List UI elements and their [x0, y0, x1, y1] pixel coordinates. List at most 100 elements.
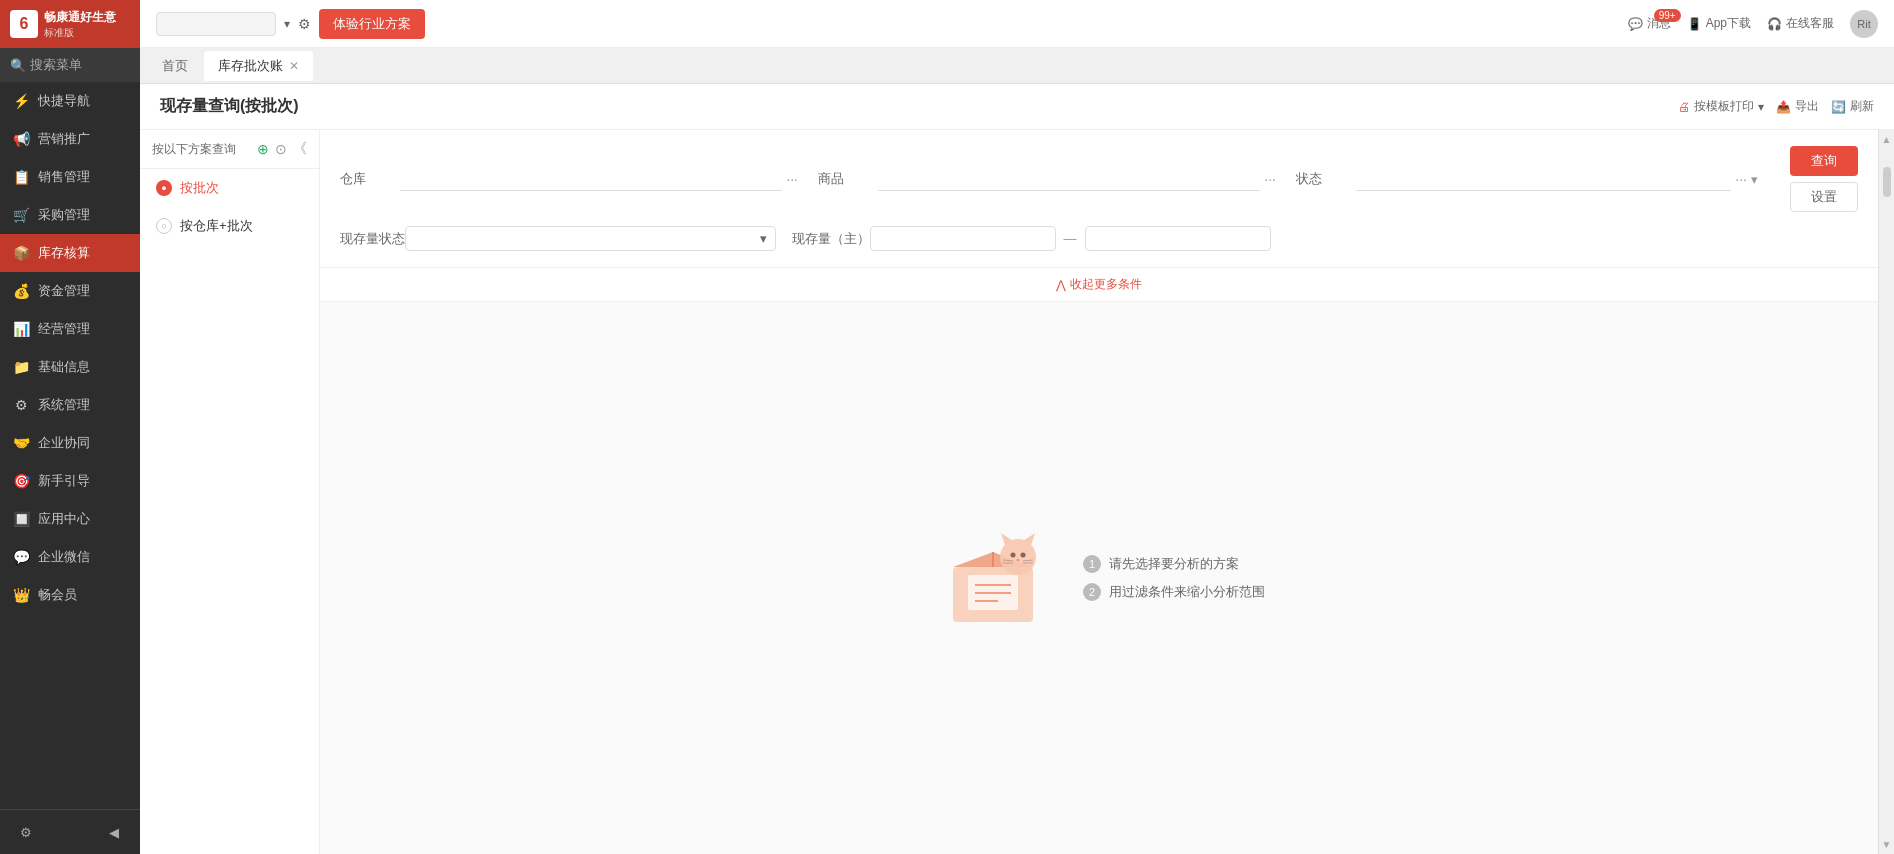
sidebar: 6 畅康通好生意 标准版 🔍 搜索菜单 ⚡ 快捷导航 📢 营销推广 📋 销售管理…: [0, 0, 140, 854]
warehouse-more-icon[interactable]: ···: [782, 171, 802, 187]
stock-status-label: 现存量状态: [340, 230, 405, 248]
sidebar-item-apps[interactable]: 🔲 应用中心: [0, 500, 140, 538]
filter-group-stock-main: 现存量（主） —: [792, 226, 1271, 251]
sidebar-item-inventory[interactable]: 📦 库存核算: [0, 234, 140, 272]
sidebar-item-label: 经营管理: [38, 320, 90, 338]
sidebar-item-label: 新手引导: [38, 472, 90, 490]
scheme-settings-icon[interactable]: ⊙: [275, 141, 287, 157]
sidebar-item-member[interactable]: 👑 畅会员: [0, 576, 140, 614]
collapse-bar[interactable]: ⋀ 收起更多条件: [320, 268, 1878, 302]
empty-tip-2: 2 用过滤条件来缩小分析范围: [1083, 583, 1265, 601]
empty-illustration: [933, 517, 1053, 640]
sidebar-item-newbie[interactable]: 🎯 新手引导: [0, 462, 140, 500]
sidebar-nav: ⚡ 快捷导航 📢 营销推广 📋 销售管理 🛒 采购管理 📦 库存核算 💰 资金管…: [0, 82, 140, 809]
marketing-icon: 📢: [12, 130, 30, 148]
avatar: Rit: [1850, 10, 1878, 38]
sidebar-item-quick-nav[interactable]: ⚡ 快捷导航: [0, 82, 140, 120]
basic-icon: 📁: [12, 358, 30, 376]
filter-group-warehouse: 仓库 ···: [340, 167, 802, 191]
status-more-icon[interactable]: ···: [1731, 171, 1751, 187]
sidebar-item-purchase[interactable]: 🛒 采购管理: [0, 196, 140, 234]
messages-button[interactable]: 💬 消息 99+: [1628, 15, 1671, 32]
tab-home[interactable]: 首页: [148, 51, 202, 81]
print-template-button[interactable]: 🖨 按模板打印 ▾: [1678, 98, 1764, 115]
app-download-button[interactable]: 📱 App下载: [1687, 15, 1751, 32]
collapse-left-panel-icon[interactable]: 《: [293, 140, 307, 158]
online-service-button[interactable]: 🎧 在线客服: [1767, 15, 1834, 32]
tab-close-icon[interactable]: ✕: [289, 59, 299, 73]
sidebar-item-label: 企业协同: [38, 434, 90, 452]
scroll-down-button[interactable]: ▼: [1880, 837, 1894, 852]
page-header: 现存量查询(按批次) 🖨 按模板打印 ▾ 📤 导出 🔄 刷新: [140, 84, 1894, 130]
refresh-button[interactable]: 🔄 刷新: [1831, 98, 1874, 115]
wechat-icon: 💬: [12, 548, 30, 566]
message-badge: 99+: [1654, 9, 1681, 22]
breadcrumb-input[interactable]: [156, 12, 276, 36]
sidebar-item-operations[interactable]: 📊 经营管理: [0, 310, 140, 348]
sidebar-item-wechat[interactable]: 💬 企业微信: [0, 538, 140, 576]
filter-row-1: 仓库 ··· 商品 ··· 状态 ··· ▾: [340, 146, 1858, 212]
tip-text-2: 用过滤条件来缩小分析范围: [1109, 583, 1265, 601]
user-avatar-button[interactable]: Rit: [1850, 10, 1878, 38]
sidebar-item-label: 基础信息: [38, 358, 90, 376]
tip-num-2: 2: [1083, 583, 1101, 601]
topbar-dropdown-icon[interactable]: ▾: [284, 17, 290, 31]
export-label: 导出: [1795, 98, 1819, 115]
app-version: 标准版: [44, 26, 116, 40]
settings-footer-button[interactable]: ⚙: [12, 818, 40, 846]
warehouse-label: 仓库: [340, 170, 400, 188]
warehouse-input[interactable]: [400, 167, 782, 191]
product-input[interactable]: [878, 167, 1260, 191]
product-more-icon[interactable]: ···: [1260, 171, 1280, 187]
filter-dash: —: [1056, 231, 1085, 246]
tab-inventory-batch[interactable]: 库存批次账 ✕: [204, 51, 313, 81]
collapse-up-icon: ⋀: [1056, 278, 1066, 292]
filter-area: 仓库 ··· 商品 ··· 状态 ··· ▾: [320, 130, 1878, 268]
empty-tips: 1 请先选择要分析的方案 2 用过滤条件来缩小分析范围: [1083, 555, 1265, 601]
sidebar-item-basic[interactable]: 📁 基础信息: [0, 348, 140, 386]
left-panel-header: 按以下方案查询 ⊕ ⊙ 《: [140, 130, 319, 169]
sidebar-item-cooperation[interactable]: 🤝 企业协同: [0, 424, 140, 462]
status-dropdown-icon[interactable]: ▾: [1751, 172, 1758, 187]
stock-main-to[interactable]: [1085, 226, 1271, 251]
tip-num-1: 1: [1083, 555, 1101, 573]
add-scheme-icon[interactable]: ⊕: [257, 141, 269, 157]
export-button[interactable]: 📤 导出: [1776, 98, 1819, 115]
sidebar-item-sales[interactable]: 📋 销售管理: [0, 158, 140, 196]
app-download-label: App下载: [1706, 15, 1751, 32]
scheme-by-batch[interactable]: ● 按批次: [140, 169, 319, 207]
quick-nav-icon: ⚡: [12, 92, 30, 110]
stock-main-label: 现存量（主）: [792, 230, 870, 248]
sidebar-item-finance[interactable]: 💰 资金管理: [0, 272, 140, 310]
filter-group-product: 商品 ···: [818, 167, 1280, 191]
phone-icon: 📱: [1687, 17, 1702, 31]
scroll-thumb[interactable]: [1883, 167, 1891, 197]
product-label: 商品: [818, 170, 878, 188]
query-button[interactable]: 查询: [1790, 146, 1858, 176]
topbar-gear-icon[interactable]: ⚙: [298, 16, 311, 32]
scroll-up-button[interactable]: ▲: [1880, 132, 1894, 147]
scroll-track: [1883, 147, 1891, 837]
svg-point-11: [1021, 552, 1026, 557]
online-service-label: 在线客服: [1786, 15, 1834, 32]
export-icon: 📤: [1776, 100, 1791, 114]
collapse-label: 收起更多条件: [1070, 276, 1142, 293]
settings-button[interactable]: 设置: [1790, 182, 1858, 212]
left-panel-title: 按以下方案查询: [152, 141, 236, 158]
scheme-by-warehouse-batch[interactable]: ○ 按仓库+批次: [140, 207, 319, 245]
sidebar-item-system[interactable]: ⚙ 系统管理: [0, 386, 140, 424]
status-input[interactable]: [1356, 167, 1731, 191]
collapse-sidebar-button[interactable]: ◀: [100, 818, 128, 846]
sidebar-item-marketing[interactable]: 📢 营销推广: [0, 120, 140, 158]
right-panel: 仓库 ··· 商品 ··· 状态 ··· ▾: [320, 130, 1878, 854]
filter-actions: 查询 设置: [1790, 146, 1858, 212]
main-content: ▾ ⚙ 体验行业方案 💬 消息 99+ 📱 App下载 🎧 在线客服 Rit: [140, 0, 1894, 854]
svg-point-12: [1017, 559, 1020, 561]
stock-status-select[interactable]: ▾: [405, 226, 776, 251]
sidebar-item-label: 销售管理: [38, 168, 90, 186]
stock-main-from[interactable]: [870, 226, 1056, 251]
experience-btn[interactable]: 体验行业方案: [319, 9, 425, 39]
apps-icon: 🔲: [12, 510, 30, 528]
stock-status-dropdown-icon: ▾: [760, 231, 767, 246]
sidebar-search[interactable]: 🔍 搜索菜单: [0, 48, 140, 82]
